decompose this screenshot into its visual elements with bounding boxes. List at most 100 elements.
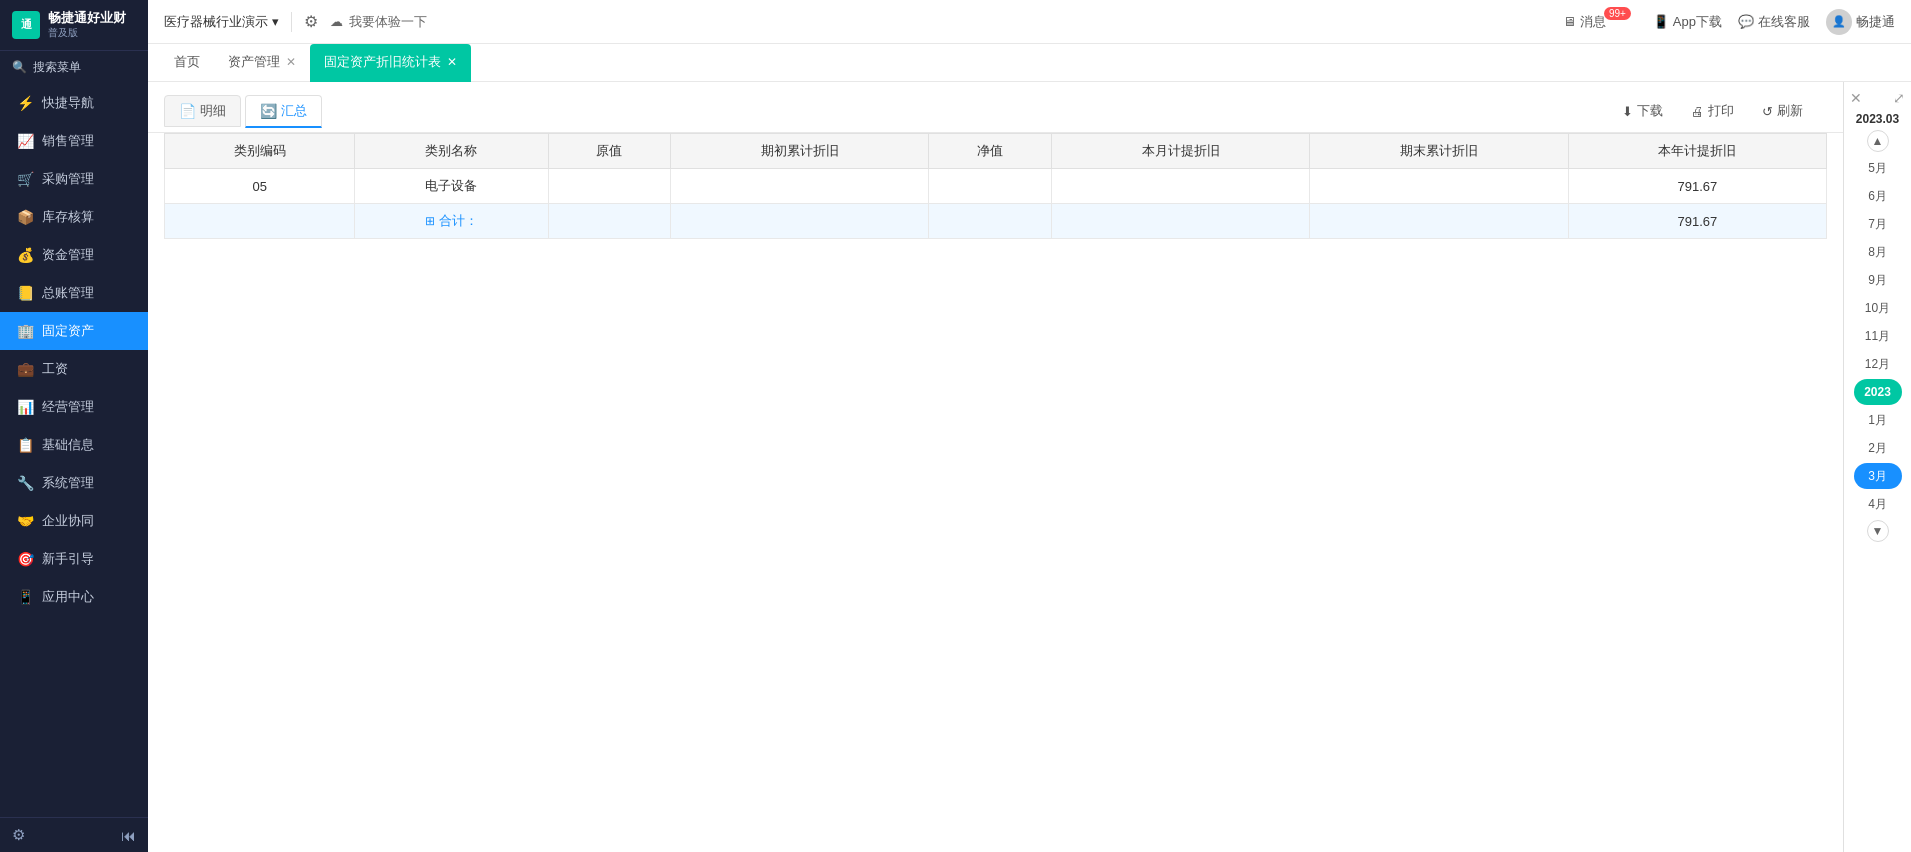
print-icon: 🖨 (1691, 104, 1704, 119)
sidebar-bottom: ⚙ ⏮ (0, 817, 148, 852)
sidebar-item-payroll[interactable]: 💼工资 (0, 350, 148, 388)
table-cell (929, 169, 1052, 204)
month-item[interactable]: 9月 (1854, 267, 1902, 293)
collapse-icon[interactable]: ⏮ (121, 827, 136, 844)
table-total-cell (1310, 204, 1568, 239)
topbar-divider (291, 12, 292, 32)
month-item[interactable]: 12月 (1854, 351, 1902, 377)
table-body: 05电子设备791.67⊞合计：791.67 (165, 169, 1827, 239)
sidebar-label: 固定资产 (42, 322, 94, 340)
purchase-icon: 🛒 (16, 170, 34, 188)
table-col-header: 本月计提折旧 (1052, 134, 1310, 169)
sidebar-item-guide[interactable]: 🎯新手引导 (0, 540, 148, 578)
app-download-button[interactable]: 📱 App下载 (1653, 13, 1722, 31)
app-center-icon: 📱 (16, 588, 34, 606)
experience-icon: ☁ (330, 14, 343, 29)
guide-icon: 🎯 (16, 550, 34, 568)
tab-home[interactable]: 首页 (160, 44, 214, 82)
download-label: 下载 (1637, 102, 1663, 120)
user-menu[interactable]: 👤 畅捷通 (1826, 9, 1895, 35)
search-menu[interactable]: 🔍 搜索菜单 (0, 51, 148, 84)
tab-asset-management[interactable]: 资产管理✕ (214, 44, 310, 82)
month-item[interactable]: 3月 (1854, 463, 1902, 489)
download-button[interactable]: ⬇ 下载 (1614, 98, 1671, 124)
tab-close-icon[interactable]: ✕ (286, 55, 296, 69)
depreciation-table: 类别编码类别名称原值期初累计折旧净值本月计提折旧期末累计折旧本年计提折旧 05电… (164, 133, 1827, 239)
refresh-label: 刷新 (1777, 102, 1803, 120)
month-item[interactable]: 7月 (1854, 211, 1902, 237)
subtab-label: 明细 (200, 102, 226, 120)
table-col-header: 原值 (548, 134, 671, 169)
settings-button[interactable]: ⚙ (304, 12, 318, 31)
sidebar-item-basic-info[interactable]: 📋基础信息 (0, 426, 148, 464)
month-item[interactable]: 5月 (1854, 155, 1902, 181)
sidebar-item-inventory[interactable]: 📦库存核算 (0, 198, 148, 236)
right-panel-close-icon[interactable]: ✕ (1850, 90, 1862, 106)
sidebar-item-purchase[interactable]: 🛒采购管理 (0, 160, 148, 198)
table-wrapper: 类别编码类别名称原值期初累计折旧净值本月计提折旧期末累计折旧本年计提折旧 05电… (148, 133, 1843, 852)
subtab-detail[interactable]: 📄明细 (164, 95, 241, 127)
sidebar-label: 系统管理 (42, 474, 94, 492)
sidebar-label: 经营管理 (42, 398, 94, 416)
print-button[interactable]: 🖨 打印 (1683, 98, 1742, 124)
topbar: 医疗器械行业演示 ▾ ⚙ ☁ 我要体验一下 🖥 消息 99+ 📱 App下载 💬 (148, 0, 1911, 44)
month-item[interactable]: 8月 (1854, 239, 1902, 265)
app-title: 畅捷通好业财 (48, 10, 126, 26)
table-toolbar: ⬇ 下载 🖨 打印 ↺ 刷新 (1598, 90, 1827, 132)
table-cell (548, 169, 671, 204)
year-label[interactable]: 2023 (1854, 379, 1902, 405)
table-cell (671, 169, 929, 204)
fixed-assets-icon: 🏢 (16, 322, 34, 340)
experience-label: 我要体验一下 (349, 13, 427, 31)
table-total-cell (671, 204, 929, 239)
month-item[interactable]: 11月 (1854, 323, 1902, 349)
inventory-icon: 📦 (16, 208, 34, 226)
experience-button[interactable]: ☁ 我要体验一下 (330, 13, 427, 31)
sidebar-item-finance[interactable]: 💰资金管理 (0, 236, 148, 274)
online-service-button[interactable]: 💬 在线客服 (1738, 13, 1810, 31)
month-item[interactable]: 4月 (1854, 491, 1902, 517)
topbar-right: 🖥 消息 99+ 📱 App下载 💬 在线客服 👤 畅捷通 (1563, 9, 1895, 35)
app-title-block: 畅捷通好业财 普及版 (48, 10, 126, 40)
message-button[interactable]: 🖥 消息 99+ (1563, 13, 1637, 31)
sidebar: 通 畅捷通好业财 普及版 🔍 搜索菜单 ⚡快捷导航📈销售管理🛒采购管理📦库存核算… (0, 0, 148, 852)
month-item[interactable]: 1月 (1854, 407, 1902, 433)
settings-icon[interactable]: ⚙ (12, 826, 25, 844)
company-selector[interactable]: 医疗器械行业演示 ▾ (164, 13, 279, 31)
table-cell (1052, 169, 1310, 204)
sidebar-nav: ⚡快捷导航📈销售管理🛒采购管理📦库存核算💰资金管理📒总账管理 🏢 固定资产 💼工资📊经… (0, 84, 148, 817)
date-prev-arrow[interactable]: ▲ (1867, 130, 1889, 152)
date-next-arrow[interactable]: ▼ (1867, 520, 1889, 542)
right-panel-expand-icon[interactable]: ⤢ (1893, 90, 1905, 106)
search-icon: 🔍 (12, 60, 27, 74)
sidebar-item-fixed-assets[interactable]: 🏢 固定资产 (0, 312, 148, 350)
sidebar-item-app-center[interactable]: 📱 应用中心 (0, 578, 148, 616)
sidebar-item-sales[interactable]: 📈销售管理 (0, 122, 148, 160)
subtab-summary[interactable]: 🔄汇总 (245, 95, 322, 128)
sidebar-item-operations[interactable]: 📊经营管理 (0, 388, 148, 426)
app-subtitle: 普及版 (48, 26, 126, 40)
ledger-icon: 📒 (16, 284, 34, 302)
month-item[interactable]: 2月 (1854, 435, 1902, 461)
company-name: 医疗器械行业演示 (164, 13, 268, 31)
right-panel-header: ✕ ⤢ (1844, 86, 1911, 110)
tab-close-icon[interactable]: ✕ (447, 55, 457, 69)
month-item[interactable]: 10月 (1854, 295, 1902, 321)
refresh-button[interactable]: ↺ 刷新 (1754, 98, 1811, 124)
sidebar-label: 应用中心 (42, 588, 94, 606)
sidebar-label: 工资 (42, 360, 68, 378)
app-download-label: App下载 (1673, 13, 1722, 31)
basic-info-icon: 📋 (16, 436, 34, 454)
total-icon: ⊞ (425, 214, 435, 228)
sidebar-item-system[interactable]: 🔧系统管理 (0, 464, 148, 502)
message-icon: 🖥 (1563, 14, 1576, 29)
sidebar-item-enterprise[interactable]: 🤝企业协同 (0, 502, 148, 540)
content-area: 📄明细🔄汇总 ⬇ 下载 🖨 打印 ↺ 刷新 (148, 82, 1911, 852)
user-avatar: 👤 (1826, 9, 1852, 35)
sidebar-item-ledger[interactable]: 📒总账管理 (0, 274, 148, 312)
subtab-label: 汇总 (281, 102, 307, 120)
month-item[interactable]: 6月 (1854, 183, 1902, 209)
tab-depreciation-table[interactable]: 固定资产折旧统计表✕ (310, 44, 471, 82)
sidebar-item-quick-nav[interactable]: ⚡快捷导航 (0, 84, 148, 122)
table-cell: 791.67 (1568, 169, 1826, 204)
